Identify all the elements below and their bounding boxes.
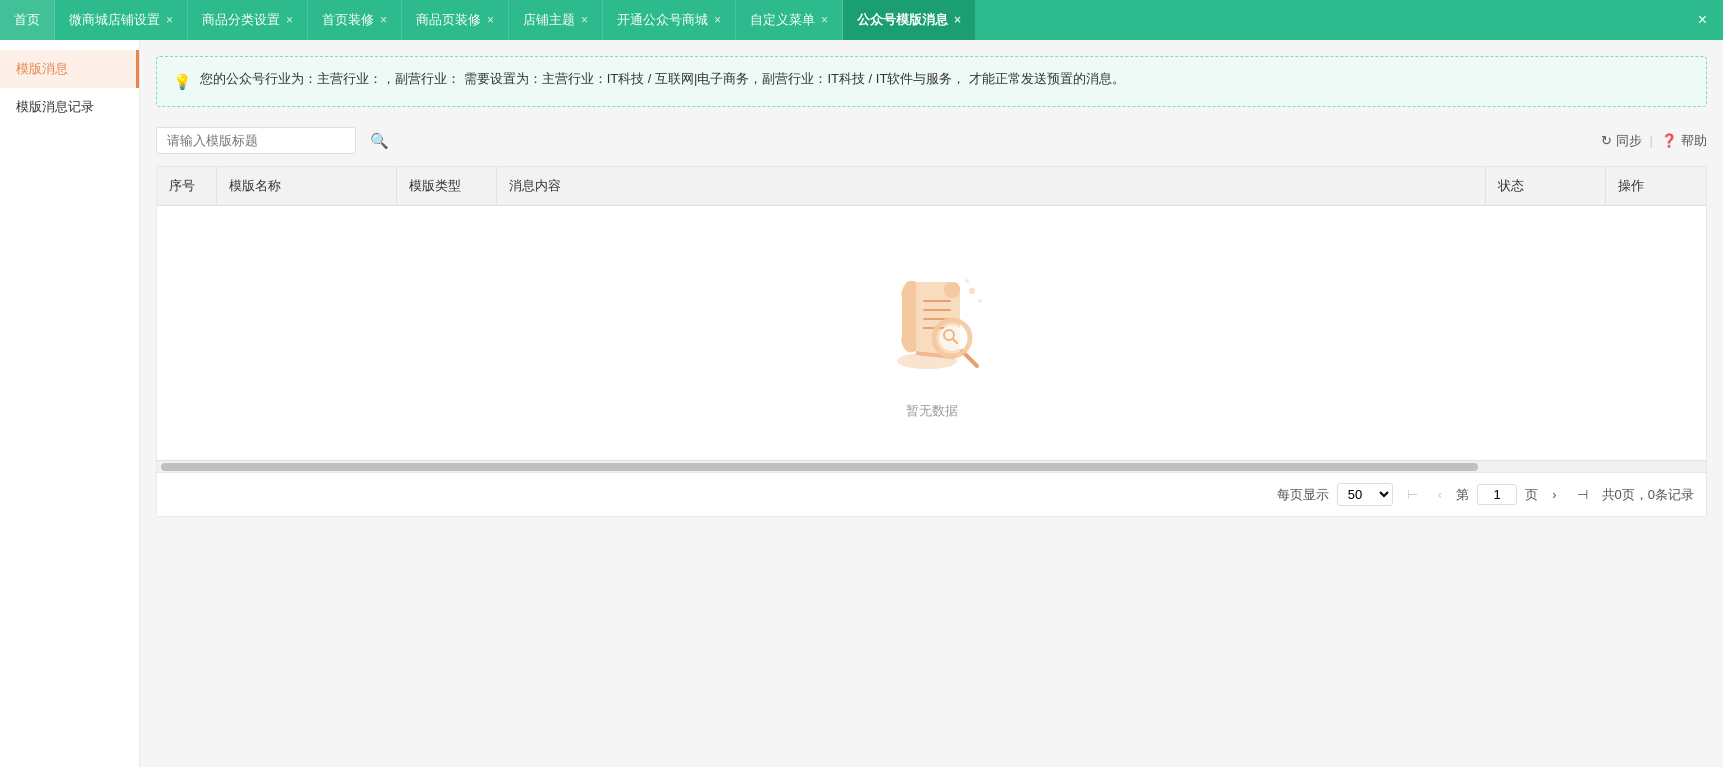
close-template-msg-btn[interactable]: × [954, 13, 961, 27]
notice-icon: 💡 [173, 70, 192, 94]
close-open-wechat-btn[interactable]: × [714, 13, 721, 27]
search-right: ↻ 同步 | ❓ 帮助 [1601, 132, 1707, 150]
nav-tab-open-wechat[interactable]: 开通公众号商城 × [603, 0, 736, 40]
help-icon: ❓ [1661, 133, 1677, 148]
search-divider: | [1650, 133, 1653, 148]
close-shop-theme-btn[interactable]: × [581, 13, 588, 27]
search-button[interactable]: 🔍 [364, 128, 395, 154]
first-page-btn[interactable]: ⊢ [1401, 485, 1424, 504]
scroll-thumb[interactable] [161, 463, 1478, 471]
page-unit: 页 [1525, 486, 1538, 504]
top-nav: 首页 微商城店铺设置 × 商品分类设置 × 首页装修 × 商品页装修 × 店铺主… [0, 0, 1723, 40]
th-type: 模版类型 [397, 167, 497, 205]
notice-suffix: 才能正常发送预置的消息。 [969, 71, 1125, 86]
page-size-select[interactable]: 50 10 20 100 [1337, 483, 1393, 506]
nav-tab-home-label: 首页 [14, 11, 40, 29]
total-info: 共0页，0条记录 [1602, 486, 1694, 504]
th-action: 操作 [1606, 167, 1706, 205]
th-index: 序号 [157, 167, 217, 205]
page-input[interactable] [1477, 484, 1517, 505]
close-micro-shop-btn[interactable]: × [166, 13, 173, 27]
search-left: 🔍 [156, 127, 395, 154]
nav-tab-home[interactable]: 首页 [0, 0, 55, 40]
close-custom-menu-btn[interactable]: × [821, 13, 828, 27]
nav-tab-template-msg-label: 公众号模版消息 [857, 11, 948, 29]
last-page-btn[interactable]: ⊣ [1571, 485, 1594, 504]
search-input[interactable] [156, 127, 356, 154]
notice-box: 💡 您的公众号行业为：主营行业：，副营行业： 需要设置为：主营行业：IT科技 /… [156, 56, 1707, 107]
close-product-category-btn[interactable]: × [286, 13, 293, 27]
scroll-bar-area[interactable] [157, 460, 1706, 472]
th-name: 模版名称 [217, 167, 397, 205]
nav-tab-shop-theme[interactable]: 店铺主题 × [509, 0, 603, 40]
nav-tab-product-decor[interactable]: 商品页装修 × [402, 0, 509, 40]
svg-point-11 [978, 299, 982, 303]
close-home-decor-btn[interactable]: × [380, 13, 387, 27]
sidebar-item-template-record[interactable]: 模版消息记录 [0, 88, 139, 126]
sidebar-item-template-message[interactable]: 模版消息 [0, 50, 139, 88]
layout: 模版消息 模版消息记录 💡 您的公众号行业为：主营行业：，副营行业： 需要设置为… [0, 40, 1723, 767]
main-content: 💡 您的公众号行业为：主营行业：，副营行业： 需要设置为：主营行业：IT科技 /… [140, 40, 1723, 767]
sidebar-item-template-message-label: 模版消息 [16, 61, 68, 76]
th-status: 状态 [1486, 167, 1606, 205]
nav-tab-open-wechat-label: 开通公众号商城 [617, 11, 708, 29]
empty-illustration [872, 266, 992, 386]
search-bar: 🔍 ↻ 同步 | ❓ 帮助 [156, 127, 1707, 154]
sync-icon: ↻ [1601, 133, 1612, 148]
nav-tab-micro-shop[interactable]: 微商城店铺设置 × [55, 0, 188, 40]
nav-tab-micro-shop-label: 微商城店铺设置 [69, 11, 160, 29]
nav-tab-custom-menu[interactable]: 自定义菜单 × [736, 0, 843, 40]
table-container: 序号 模版名称 模版类型 消息内容 状态 操作 [156, 166, 1707, 517]
nav-close-all-btn[interactable]: × [1682, 0, 1723, 40]
prev-page-btn[interactable]: ‹ [1432, 485, 1448, 504]
nav-tab-custom-menu-label: 自定义菜单 [750, 11, 815, 29]
pagination: 每页显示 50 10 20 100 ⊢ ‹ 第 页 › ⊣ 共0页，0条记录 [157, 472, 1706, 516]
notice-text: 您的公众号行业为：主营行业：，副营行业： 需要设置为：主营行业：IT科技 / 互… [200, 69, 1125, 90]
empty-state: 暂无数据 [157, 206, 1706, 460]
sidebar-item-template-record-label: 模版消息记录 [16, 99, 94, 114]
search-icon: 🔍 [370, 132, 389, 149]
nav-tab-product-decor-label: 商品页装修 [416, 11, 481, 29]
close-product-decor-btn[interactable]: × [487, 13, 494, 27]
nav-tab-template-msg[interactable]: 公众号模版消息 × [843, 0, 976, 40]
empty-text: 暂无数据 [906, 402, 958, 420]
nav-tab-home-decor-label: 首页装修 [322, 11, 374, 29]
next-page-btn[interactable]: › [1546, 485, 1562, 504]
help-button[interactable]: ❓ 帮助 [1661, 132, 1707, 150]
notice-highlight: 需要设置为：主营行业：IT科技 / 互联网|电子商务，副营行业：IT科技 / I… [464, 71, 966, 86]
svg-point-10 [969, 288, 975, 294]
nav-tab-product-category-label: 商品分类设置 [202, 11, 280, 29]
sync-label: 同步 [1616, 132, 1642, 150]
svg-point-12 [965, 279, 969, 283]
notice-prefix: 您的公众号行业为：主营行业：，副营行业： [200, 71, 460, 86]
page-size-label: 每页显示 [1277, 486, 1329, 504]
help-label: 帮助 [1681, 132, 1707, 150]
nav-tab-product-category[interactable]: 商品分类设置 × [188, 0, 308, 40]
table-header: 序号 模版名称 模版类型 消息内容 状态 操作 [157, 167, 1706, 206]
nav-tab-home-decor[interactable]: 首页装修 × [308, 0, 402, 40]
sidebar: 模版消息 模版消息记录 [0, 40, 140, 767]
sync-button[interactable]: ↻ 同步 [1601, 132, 1642, 150]
page-label: 第 [1456, 486, 1469, 504]
nav-tab-shop-theme-label: 店铺主题 [523, 11, 575, 29]
th-content: 消息内容 [497, 167, 1486, 205]
